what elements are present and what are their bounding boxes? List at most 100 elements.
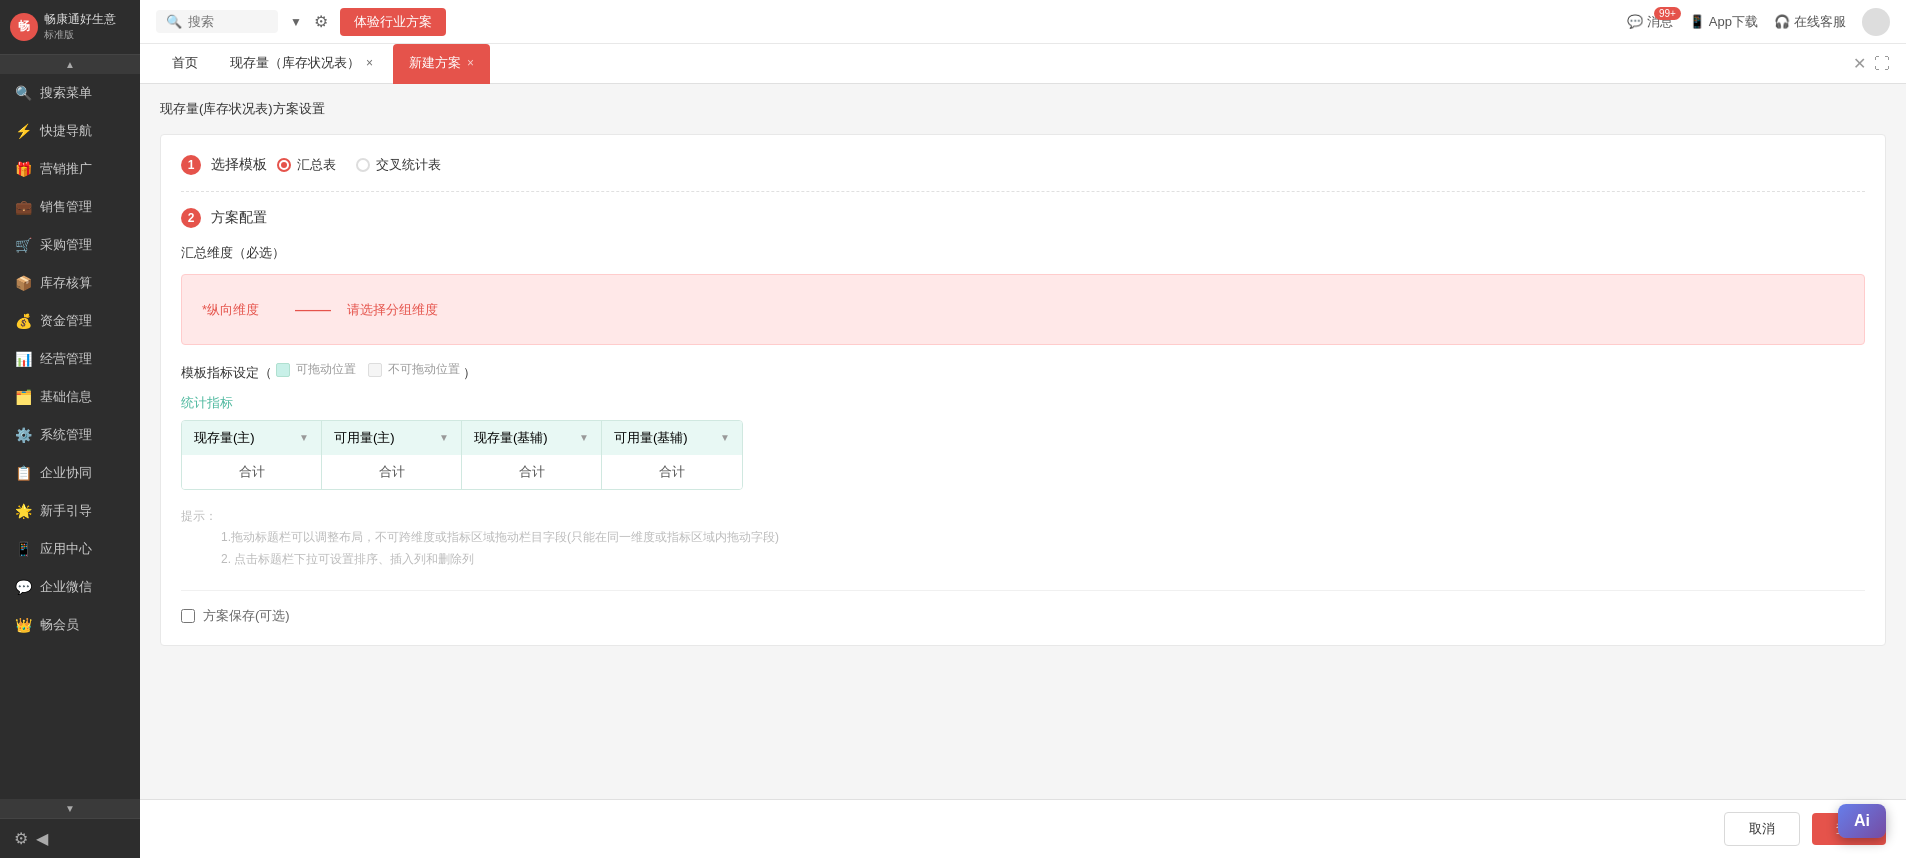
section1-title: 选择模板 [211,156,267,174]
stats-col-header-2[interactable]: 现存量(基辅)▼ [462,421,602,455]
stats-col-chevron-1[interactable]: ▼ [439,432,449,443]
hint-1: 1.拖动标题栏可以调整布局，不可跨维度或指标区域拖动栏目字段(只能在同一维度或指… [181,527,1865,549]
radio-summary-btn[interactable] [277,158,291,172]
window-close-btn[interactable]: ✕ [1853,54,1866,73]
contract-icon: 📋 [14,464,32,482]
save-checkbox[interactable] [181,609,195,623]
member-label: 畅会员 [40,616,79,634]
radio-cross-btn[interactable] [356,158,370,172]
tabs: 首页 现存量（库存状况表） × 新建方案 × ✕ ⛶ [140,44,1906,84]
ai-float-button[interactable]: Ai [1838,804,1886,838]
purchase-icon: 🛒 [14,236,32,254]
stats-col-header-0[interactable]: 现存量(主) ▼ [182,421,322,455]
inventory-icon: 📦 [14,274,32,292]
service-icon: 🎧 [1774,14,1790,29]
tab-inventory-status[interactable]: 现存量（库存状况表） × [214,44,389,84]
section1-num: 1 [181,155,201,175]
operations-label: 经营管理 [40,350,92,368]
tab-new-plan[interactable]: 新建方案 × [393,44,490,84]
sidebar-item-finance[interactable]: 💰 资金管理 [0,302,140,340]
cancel-button[interactable]: 取消 [1724,812,1800,846]
topbar-gear-btn[interactable]: ⚙ [314,12,328,31]
sidebar-item-search-menu[interactable]: 🔍 搜索菜单 [0,74,140,112]
stats-table-header: 现存量(主)▼可用量(主)▼现存量(基辅)▼可用量(基辅)▼ [182,421,742,455]
msg-icon: 💬 [1627,14,1643,29]
stats-table: 现存量(主)▼可用量(主)▼现存量(基辅)▼可用量(基辅)▼ 合计合计合计合计 [181,420,743,490]
topbar-app[interactable]: 📱 App下载 [1689,13,1758,31]
topbar-dropdown-btn[interactable]: ▼ [290,15,302,29]
sidebar-item-quick-nav[interactable]: ⚡ 快捷导航 [0,112,140,150]
settings-icon[interactable]: ⚙ [14,829,28,848]
member-icon: 👑 [14,616,32,634]
search-input[interactable] [188,14,268,29]
radio-cross[interactable]: 交叉统计表 [356,156,441,174]
sidebar-item-contract[interactable]: 📋 企业协同 [0,454,140,492]
tab-home[interactable]: 首页 [156,44,214,84]
legend-draggable-box [276,363,290,377]
stats-col-body-3: 合计 [602,455,742,489]
legend-draggable: 可拖动位置 [276,361,356,378]
template-radio-group: 汇总表 交叉统计表 [277,156,441,174]
indicators-section: 模板指标设定（ 可拖动位置 不可拖动位置 ） [181,361,1865,382]
sidebar-scroll-down[interactable]: ▼ [0,799,140,818]
stats-section-title: 统计指标 [181,394,1865,412]
collapse-icon[interactable]: ◀ [36,829,48,848]
sidebar-item-newuser[interactable]: 🌟 新手引导 [0,492,140,530]
sidebar-item-purchase[interactable]: 🛒 采购管理 [0,226,140,264]
sidebar-item-marketing[interactable]: 🎁 营销推广 [0,150,140,188]
topbar-right: 💬 消息 99+ 📱 App下载 🎧 在线客服 [1627,8,1890,36]
bottom-bar: 取消 查询 [140,799,1906,858]
section1-header: 1 选择模板 汇总表 交叉统计表 [181,155,1865,175]
sidebar-item-appcenter[interactable]: 📱 应用中心 [0,530,140,568]
finance-label: 资金管理 [40,312,92,330]
basic-icon: 🗂️ [14,388,32,406]
sidebar-logo: 畅 畅康通好生意 标准版 [0,0,140,55]
topbar-service[interactable]: 🎧 在线客服 [1774,13,1846,31]
wechat-icon: 💬 [14,578,32,596]
stats-col-chevron-0[interactable]: ▼ [299,432,309,443]
logo-icon: 畅 [10,13,38,41]
tab-new-plan-close[interactable]: × [467,56,474,70]
section2-title: 方案配置 [211,209,267,227]
newuser-label: 新手引导 [40,502,92,520]
main-content: 🔍 ▼ ⚙ 体验行业方案 💬 消息 99+ 📱 App下载 🎧 在线客服 [140,0,1906,858]
stats-col-body-0: 合计 [182,455,322,489]
stats-col-label-0: 现存量(主) [194,429,255,447]
sidebar-item-member[interactable]: 👑 畅会员 [0,606,140,644]
topbar-msg[interactable]: 💬 消息 99+ [1627,13,1673,31]
sidebar-item-inventory[interactable]: 📦 库存核算 [0,264,140,302]
tab-inventory-close[interactable]: × [366,56,373,70]
search-menu-label: 搜索菜单 [40,84,92,102]
dimension-area[interactable]: *纵向维度 —— 请选择分组维度 [181,274,1865,345]
window-expand-btn[interactable]: ⛶ [1874,55,1890,73]
trial-btn[interactable]: 体验行业方案 [340,8,446,36]
quick-nav-label: 快捷导航 [40,122,92,140]
dimension-placeholder: 请选择分组维度 [347,301,438,319]
stats-col-chevron-2[interactable]: ▼ [579,432,589,443]
msg-badge: 99+ [1654,7,1681,20]
stats-col-header-3[interactable]: 可用量(基辅)▼ [602,421,742,455]
inventory-label: 库存核算 [40,274,92,292]
marketing-label: 营销推广 [40,160,92,178]
radio-summary[interactable]: 汇总表 [277,156,336,174]
sidebar-item-system[interactable]: ⚙️ 系统管理 [0,416,140,454]
avatar[interactable] [1862,8,1890,36]
dimension-separator: —— [295,299,331,320]
marketing-icon: 🎁 [14,160,32,178]
sidebar-footer: ⚙ ◀ [0,818,140,858]
legend-fixed-box [368,363,382,377]
system-icon: ⚙️ [14,426,32,444]
sidebar-scroll-up[interactable]: ▲ [0,55,140,74]
basic-label: 基础信息 [40,388,92,406]
topbar-search[interactable]: 🔍 [156,10,278,33]
sidebar-item-sales[interactable]: 💼 销售管理 [0,188,140,226]
sales-icon: 💼 [14,198,32,216]
stats-col-header-1[interactable]: 可用量(主)▼ [322,421,462,455]
save-label: 方案保存(可选) [203,607,290,625]
stats-col-chevron-3[interactable]: ▼ [720,432,730,443]
window-controls: ✕ ⛶ [1853,54,1890,73]
sidebar-item-operations[interactable]: 📊 经营管理 [0,340,140,378]
sidebar-item-wechat[interactable]: 💬 企业微信 [0,568,140,606]
dimension-subsection-title: 汇总维度（必选） [181,244,1865,262]
sidebar-item-basic[interactable]: 🗂️ 基础信息 [0,378,140,416]
